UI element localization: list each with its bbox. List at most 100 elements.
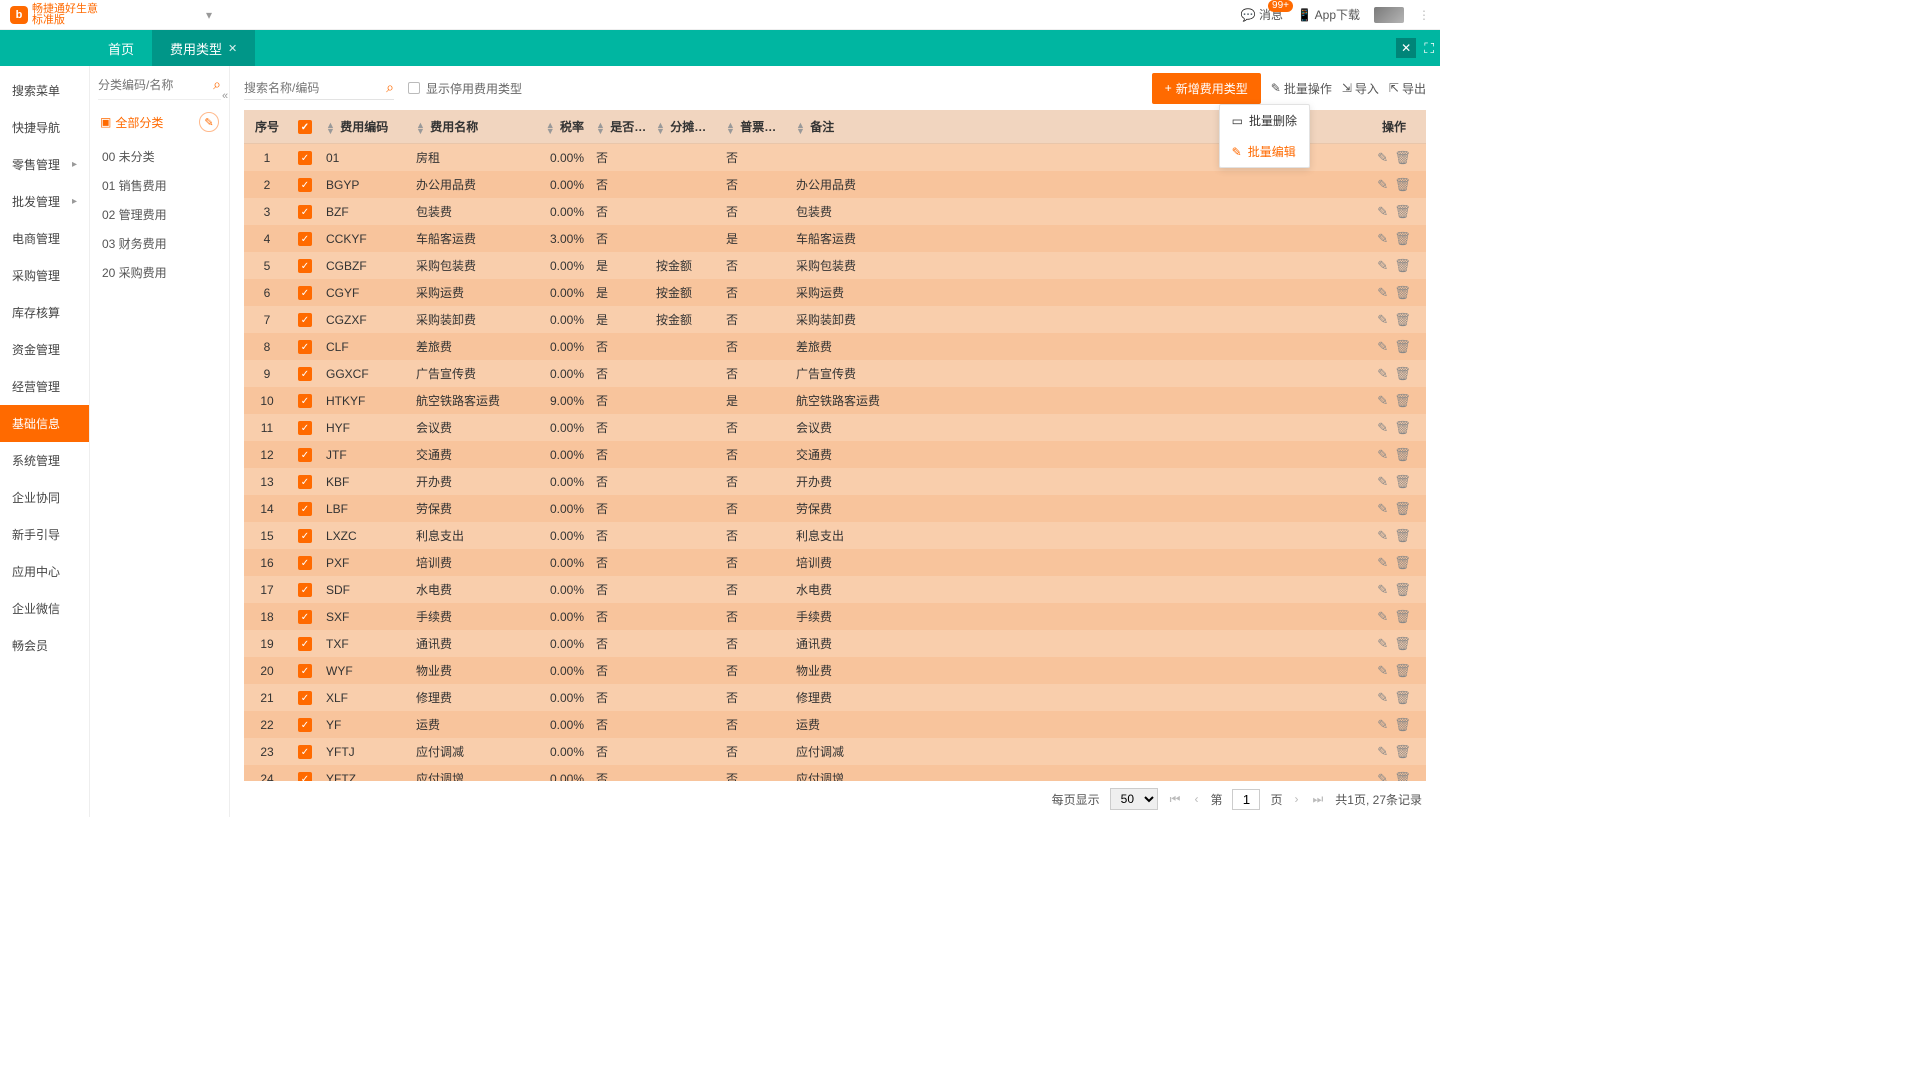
cell-checkbox[interactable]: ✓ (290, 198, 320, 225)
delete-icon[interactable]: 🗑 (1394, 420, 1411, 435)
cell-checkbox[interactable]: ✓ (290, 765, 320, 781)
edit-icon[interactable]: ✎ (1377, 555, 1388, 570)
delete-icon[interactable]: 🗑 (1394, 339, 1411, 354)
next-page-button[interactable]: › (1292, 792, 1300, 806)
table-row[interactable]: 11✓HYF会议费0.00%否否会议费✎🗑 (244, 414, 1426, 441)
table-row[interactable]: 9✓GGXCF广告宣传费0.00%否否广告宣传费✎🗑 (244, 360, 1426, 387)
table-row[interactable]: 6✓CGYF采购运费0.00%是按金额否采购运费✎🗑 (244, 279, 1426, 306)
table-row[interactable]: 15✓LXZC利息支出0.00%否否利息支出✎🗑 (244, 522, 1426, 549)
table-row[interactable]: 17✓SDF水电费0.00%否否水电费✎🗑 (244, 576, 1426, 603)
delete-icon[interactable]: 🗑 (1394, 150, 1411, 165)
cell-checkbox[interactable]: ✓ (290, 468, 320, 495)
table-row[interactable]: 4✓CCKYF车船客运费3.00%否是车船客运费✎🗑 (244, 225, 1426, 252)
tree-all-label[interactable]: 全部分类 (115, 114, 163, 131)
sidebar-item[interactable]: 零售管理 (0, 146, 89, 183)
edit-icon[interactable]: ✎ (1377, 609, 1388, 624)
sidebar-item[interactable]: 畅会员 (0, 627, 89, 664)
sidebar-item[interactable]: 系统管理 (0, 442, 89, 479)
edit-icon[interactable]: ✎ (1377, 447, 1388, 462)
table-row[interactable]: 7✓CGZXF采购装卸费0.00%是按金额否采购装卸费✎🗑 (244, 306, 1426, 333)
tab-current[interactable]: 费用类型 ✕ (152, 30, 255, 66)
edit-icon[interactable]: ✎ (1377, 339, 1388, 354)
delete-icon[interactable]: 🗑 (1394, 447, 1411, 462)
th-checkbox[interactable]: ✓ (290, 110, 320, 144)
cell-checkbox[interactable]: ✓ (290, 549, 320, 576)
cell-checkbox[interactable]: ✓ (290, 657, 320, 684)
edit-icon[interactable]: ✎ (1377, 771, 1388, 782)
edit-icon[interactable]: ✎ (1377, 744, 1388, 759)
table-row[interactable]: 2✓BGYP办公用品费0.00%否否办公用品费✎🗑 (244, 171, 1426, 198)
table-row[interactable]: 14✓LBF劳保费0.00%否否劳保费✎🗑 (244, 495, 1426, 522)
edit-icon[interactable]: ✎ (1377, 663, 1388, 678)
sidebar-item[interactable]: 电商管理 (0, 220, 89, 257)
table-row[interactable]: 24✓YFTZ应付调增0.00%否否应付调增✎🗑 (244, 765, 1426, 781)
cell-checkbox[interactable]: ✓ (290, 225, 320, 252)
cell-checkbox[interactable]: ✓ (290, 630, 320, 657)
edit-icon[interactable]: ✎ (1377, 501, 1388, 516)
th-code[interactable]: ▲▼ 费用编码 (320, 110, 410, 144)
table-row[interactable]: 16✓PXF培训费0.00%否否培训费✎🗑 (244, 549, 1426, 576)
delete-icon[interactable]: 🗑 (1394, 501, 1411, 516)
search-icon[interactable]: ⌕ (213, 76, 221, 93)
search-icon[interactable]: ⌕ (386, 79, 394, 96)
cell-checkbox[interactable]: ✓ (290, 414, 320, 441)
delete-icon[interactable]: 🗑 (1394, 528, 1411, 543)
sidebar-item[interactable]: 基础信息 (0, 405, 89, 442)
per-page-select[interactable]: 50 (1110, 788, 1158, 810)
th-c3[interactable]: ▲▼ 普票… (720, 110, 790, 144)
edit-icon[interactable]: ✎ (1377, 285, 1388, 300)
delete-icon[interactable]: 🗑 (1394, 744, 1411, 759)
table-row[interactable]: 3✓BZF包装费0.00%否否包装费✎🗑 (244, 198, 1426, 225)
delete-icon[interactable]: 🗑 (1394, 636, 1411, 651)
delete-icon[interactable]: 🗑 (1394, 231, 1411, 246)
show-disabled-checkbox[interactable]: 显示停用费用类型 (408, 80, 522, 97)
page-input[interactable] (1232, 789, 1260, 810)
delete-icon[interactable]: 🗑 (1394, 771, 1411, 782)
edit-icon[interactable]: ✎ (1377, 231, 1388, 246)
tree-item[interactable]: 02 管理费用 (98, 200, 221, 229)
delete-icon[interactable]: 🗑 (1394, 258, 1411, 273)
delete-icon[interactable]: 🗑 (1394, 717, 1411, 732)
collapse-panel-button[interactable]: « (222, 90, 228, 102)
table-row[interactable]: 21✓XLF修理费0.00%否否修理费✎🗑 (244, 684, 1426, 711)
messages-link[interactable]: 💬 消息 99+ (1241, 6, 1283, 23)
prev-page-button[interactable]: ‹ (1192, 792, 1200, 806)
tree-item[interactable]: 00 未分类 (98, 142, 221, 171)
edit-category-button[interactable]: ✎ (199, 112, 219, 132)
sidebar-item[interactable]: 批发管理 (0, 183, 89, 220)
sidebar-item[interactable]: 库存核算 (0, 294, 89, 331)
table-row[interactable]: 10✓HTKYF航空铁路客运费9.00%否是航空铁路客运费✎🗑 (244, 387, 1426, 414)
search-input[interactable] (244, 77, 386, 99)
sidebar-item[interactable]: 新手引导 (0, 516, 89, 553)
edit-icon[interactable]: ✎ (1377, 636, 1388, 651)
edit-icon[interactable]: ✎ (1377, 150, 1388, 165)
cell-checkbox[interactable]: ✓ (290, 279, 320, 306)
batch-button[interactable]: ✎ 批量操作 (1271, 80, 1332, 97)
table-row[interactable]: 5✓CGBZF采购包装费0.00%是按金额否采购包装费✎🗑 (244, 252, 1426, 279)
delete-icon[interactable]: 🗑 (1394, 177, 1411, 192)
sidebar-item[interactable]: 经营管理 (0, 368, 89, 405)
company-selector[interactable]: ▾ (118, 8, 212, 22)
cell-checkbox[interactable]: ✓ (290, 360, 320, 387)
edit-icon[interactable]: ✎ (1377, 177, 1388, 192)
close-icon[interactable]: ✕ (228, 42, 237, 55)
delete-icon[interactable]: 🗑 (1394, 366, 1411, 381)
delete-icon[interactable]: 🗑 (1394, 555, 1411, 570)
menu-icon[interactable]: ⋮ (1418, 8, 1430, 22)
cell-checkbox[interactable]: ✓ (290, 144, 320, 172)
table-row[interactable]: 18✓SXF手续费0.00%否否手续费✎🗑 (244, 603, 1426, 630)
delete-icon[interactable]: 🗑 (1394, 204, 1411, 219)
export-button[interactable]: ⇱ 导出 (1389, 80, 1426, 97)
edit-icon[interactable]: ✎ (1377, 717, 1388, 732)
tree-item[interactable]: 01 销售费用 (98, 171, 221, 200)
first-page-button[interactable]: ⏮ (1168, 792, 1183, 807)
batch-edit-item[interactable]: ✎ 批量编辑 (1220, 136, 1309, 167)
cell-checkbox[interactable]: ✓ (290, 603, 320, 630)
import-button[interactable]: ⇲ 导入 (1342, 80, 1379, 97)
table-row[interactable]: 13✓KBF开办费0.00%否否开办费✎🗑 (244, 468, 1426, 495)
sidebar-item[interactable]: 搜索菜单 (0, 72, 89, 109)
cell-checkbox[interactable]: ✓ (290, 306, 320, 333)
edit-icon[interactable]: ✎ (1377, 420, 1388, 435)
cell-checkbox[interactable]: ✓ (290, 495, 320, 522)
sidebar-item[interactable]: 采购管理 (0, 257, 89, 294)
